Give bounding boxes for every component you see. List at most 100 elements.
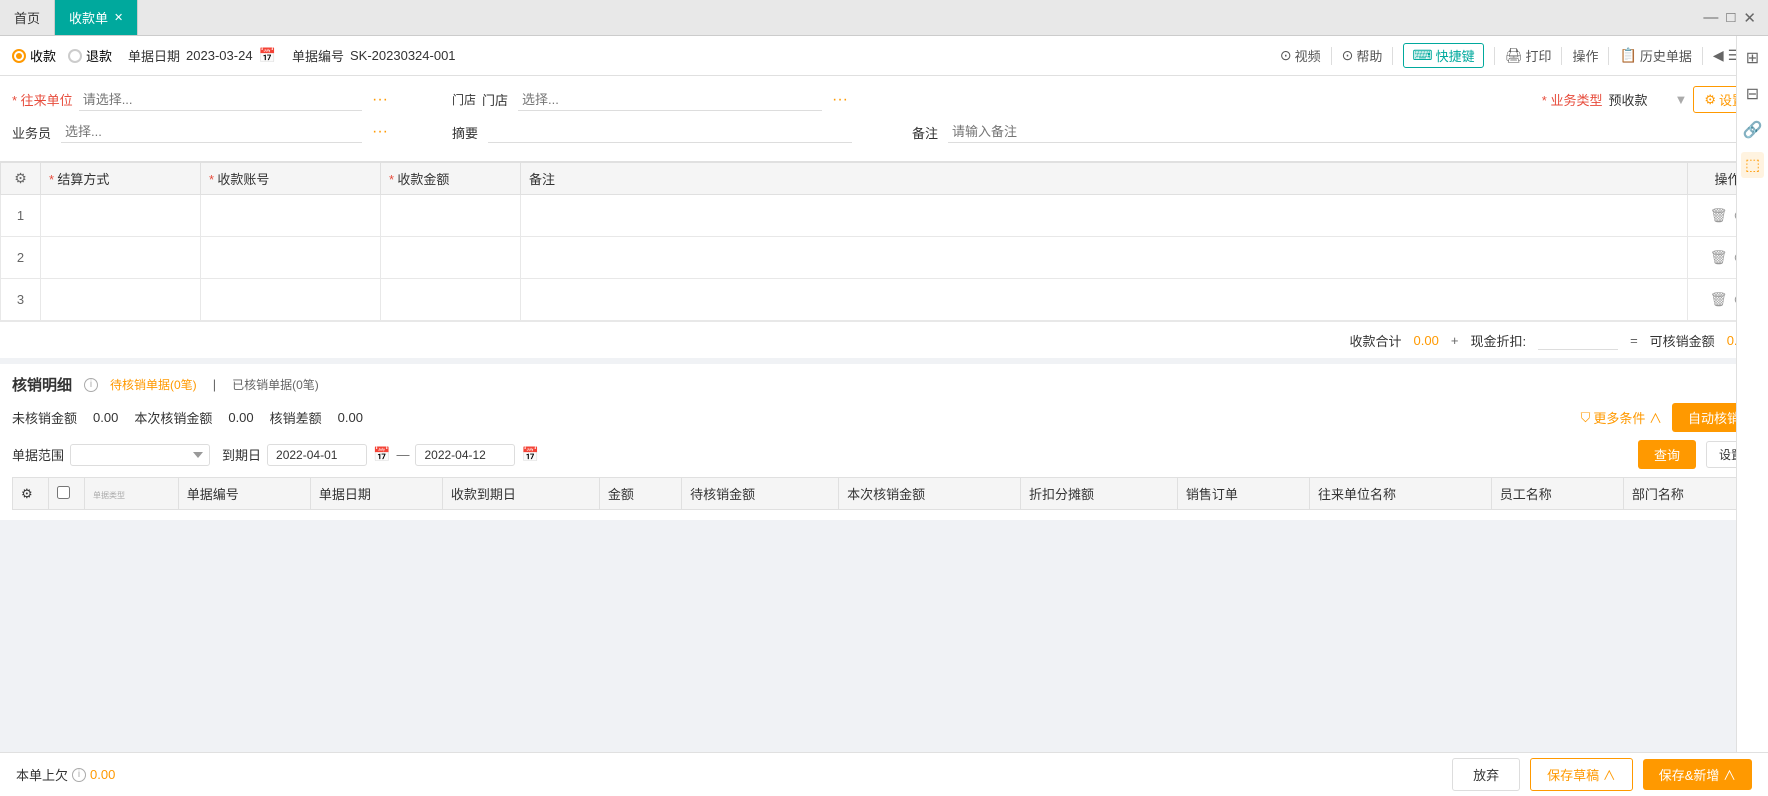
due-date-from-input[interactable] [267, 444, 367, 466]
col-remark-header: 备注 [521, 163, 1688, 195]
staff-input[interactable] [61, 121, 362, 143]
save-btn[interactable]: 保存&新增 ∧ [1643, 759, 1752, 790]
row-3-account-input[interactable] [201, 279, 380, 320]
abandon-btn[interactable]: 放弃 [1452, 758, 1520, 791]
row-3-amount-input[interactable] [381, 279, 520, 320]
row-2-delete-icon[interactable]: 🗑 [1710, 249, 1728, 266]
col-due-header: 收款到期日 [442, 478, 599, 510]
verify-tab-pending[interactable]: 待核销单据(0笔) [110, 376, 197, 393]
divider3 [1494, 47, 1495, 65]
business-type-dropdown-icon[interactable]: ▼ [1674, 92, 1687, 107]
row-2-settle-input[interactable] [41, 237, 200, 278]
table-row: 2 🗑 ⊕ [1, 237, 1768, 279]
footer: 本单上欠 i 0.00 放弃 保存草稿 ∧ 保存&新增 ∧ [0, 752, 1768, 796]
due-date-from-calendar-icon[interactable]: 📅 [373, 446, 390, 463]
help-btn[interactable]: ⊙ 帮助 [1342, 46, 1383, 65]
close-button[interactable]: ✕ [1743, 9, 1756, 27]
row-2-remark-input[interactable] [521, 237, 1687, 278]
row-2-amount [381, 237, 521, 279]
counterpart-input[interactable] [79, 89, 362, 111]
prev-layout-icon[interactable]: ◀ [1713, 47, 1724, 64]
sidebar-icon-3[interactable]: 🔗 [1739, 116, 1767, 144]
verify-info-icon[interactable]: i [84, 378, 98, 392]
operation-btn[interactable]: 操作 [1572, 46, 1598, 65]
counterpart-more-btn[interactable]: ··· [368, 91, 392, 109]
discount-input[interactable] [1538, 330, 1618, 350]
video-label: 视频 [1295, 46, 1321, 65]
filter-more-btn[interactable]: ⛉ 更多条件 ∧ [1581, 408, 1662, 427]
number-label: 单据编号 [292, 46, 344, 65]
number-value: SK-20230324-001 [350, 48, 456, 63]
tab-receipt[interactable]: 收款单 ✕ [55, 0, 138, 35]
date-separator: — [396, 447, 409, 462]
row-1-settle-input[interactable] [41, 195, 200, 236]
due-date-to-input[interactable] [415, 444, 515, 466]
radio-receive-label: 收款 [30, 46, 56, 65]
window-controls: — □ ✕ [1703, 9, 1768, 27]
history-btn[interactable]: 📋 历史单据 [1619, 46, 1691, 65]
summary-input[interactable] [488, 121, 852, 143]
table-gear-icon[interactable]: ⚙ [14, 170, 27, 186]
date-calendar-icon[interactable]: 📅 [259, 47, 276, 64]
gear-icon: ⚙ [1704, 92, 1716, 108]
range-select[interactable] [70, 444, 210, 466]
col-current-header: 本次核销金额 [839, 478, 1021, 510]
store-more-btn[interactable]: ··· [828, 91, 852, 109]
row-2-amount-input[interactable] [381, 237, 520, 278]
bottom-gear-icon[interactable]: ⚙ [21, 486, 33, 501]
remark-input[interactable] [948, 121, 1756, 143]
divider5 [1608, 47, 1609, 65]
row-3-delete-icon[interactable]: 🗑 [1710, 291, 1728, 308]
row-2-remark [521, 237, 1688, 279]
radio-refund-label: 退款 [86, 46, 112, 65]
print-btn[interactable]: 🖨 打印 [1505, 46, 1552, 65]
radio-refund[interactable]: 退款 [68, 46, 112, 65]
due-date-to-calendar-icon[interactable]: 📅 [521, 446, 538, 463]
maximize-button[interactable]: □ [1726, 9, 1735, 26]
footer-prev-next-label: 本单上欠 [16, 765, 68, 784]
row-3-remark [521, 279, 1688, 321]
date-value[interactable]: 2023-03-24 [186, 48, 253, 63]
row-1-amount [381, 195, 521, 237]
date-field-group: 单据日期 2023-03-24 📅 [128, 46, 276, 65]
staff-more-btn[interactable]: ··· [368, 123, 392, 141]
query-btn[interactable]: 查询 [1638, 440, 1696, 469]
tab-receipt-label: 收款单 [69, 8, 108, 27]
sidebar-icon-1[interactable]: ⊞ [1742, 44, 1763, 72]
radio-group: 收款 退款 [12, 46, 112, 65]
col-discount-header: 折扣分摊额 [1020, 478, 1177, 510]
row-2-account-input[interactable] [201, 237, 380, 278]
print-label: 打印 [1525, 46, 1551, 65]
counterpart-label: 往来单位 [12, 90, 73, 109]
tab-receipt-close[interactable]: ✕ [114, 11, 123, 24]
draft-btn[interactable]: 保存草稿 ∧ [1530, 758, 1633, 791]
counterpart-field: 往来单位 ··· [12, 89, 392, 111]
sidebar-icon-2[interactable]: ⊟ [1742, 80, 1763, 108]
row-3-remark-input[interactable] [521, 279, 1687, 320]
col-pending-header: 待核销金额 [682, 478, 839, 510]
col-gear: ⚙ [1, 163, 41, 195]
right-toolbar: ⊙ 视频 ⊙ 帮助 ⌨ 快捷键 🖨 打印 操作 📋 历史单据 ◀ ☰ [1280, 43, 1756, 68]
form-area: 往来单位 ··· 门店 门店 ··· * 业务类型 预收款 ▼ ⚙ 设置 业务员… [0, 76, 1768, 162]
col-amount-header: 金额 [599, 478, 681, 510]
sidebar-icon-4[interactable]: ⬚ [1741, 152, 1764, 178]
radio-receive[interactable]: 收款 [12, 46, 56, 65]
video-btn[interactable]: ⊙ 视频 [1280, 46, 1321, 65]
minimize-button[interactable]: — [1703, 9, 1718, 26]
row-3-num: 3 [1, 279, 41, 321]
verify-section: 核销明细 i 待核销单据(0笔) | 已核销单据(0笔) 未核销金额 0.00 … [0, 364, 1768, 520]
form-row-1: 往来单位 ··· 门店 门店 ··· * 业务类型 预收款 ▼ ⚙ 设置 [12, 86, 1756, 113]
select-all-checkbox[interactable] [57, 486, 70, 499]
row-1-delete-icon[interactable]: 🗑 [1710, 207, 1728, 224]
row-1-remark-input[interactable] [521, 195, 1687, 236]
verify-tab-done[interactable]: 已核销单据(0笔) [232, 376, 319, 393]
tab-home[interactable]: 首页 [0, 0, 55, 35]
footer-info-icon[interactable]: i [72, 768, 86, 782]
row-1-amount-input[interactable] [381, 195, 520, 236]
shortcut-btn[interactable]: ⌨ 快捷键 [1403, 43, 1483, 68]
row-1-account-input[interactable] [201, 195, 380, 236]
staff-label: 业务员 [12, 123, 51, 142]
row-3-settle-input[interactable] [41, 279, 200, 320]
print-icon: 🖨 [1505, 47, 1523, 64]
store-input[interactable] [518, 89, 822, 111]
